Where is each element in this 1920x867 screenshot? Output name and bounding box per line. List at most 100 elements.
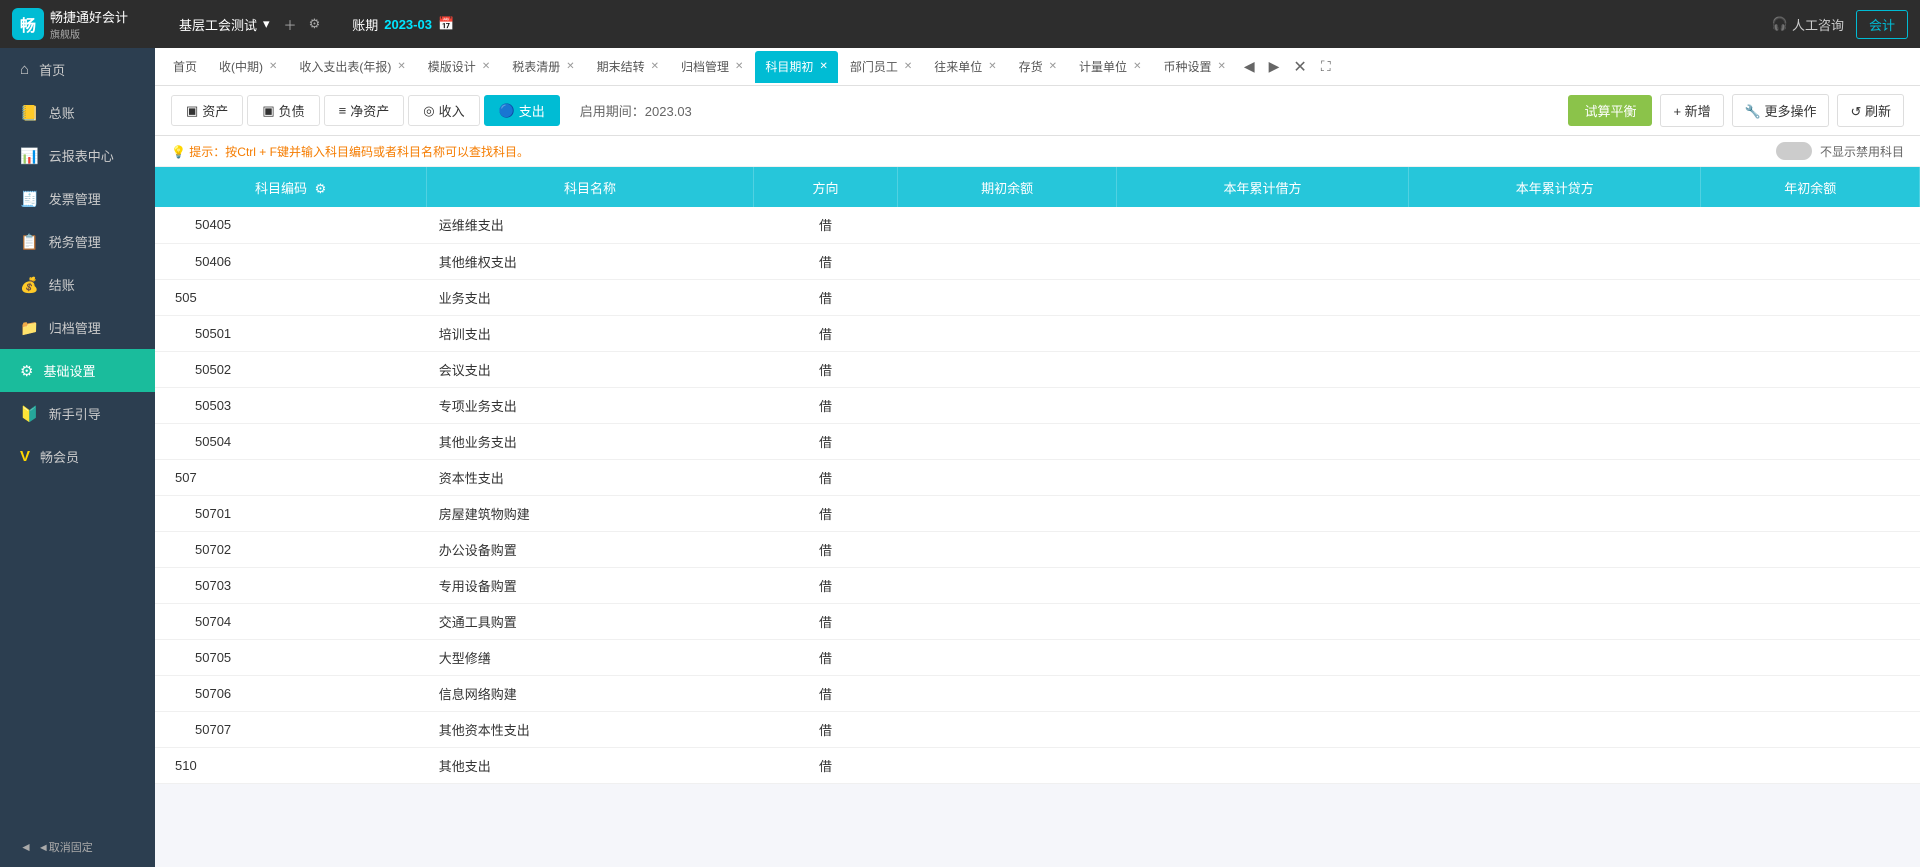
cell-name: 办公设备购置	[427, 531, 753, 567]
tab-close-income[interactable]: ✕	[397, 61, 405, 72]
tab-expand[interactable]: ⛶	[1315, 54, 1337, 79]
settings-icon[interactable]: ⚙	[309, 16, 321, 32]
tab-partner[interactable]: 往来单位 ✕	[924, 51, 1006, 83]
sidebar-item-guide[interactable]: 🔰 新手引导	[0, 392, 155, 435]
company-selector[interactable]: 基层工会测试 ▾ ＋ ⚙	[179, 15, 320, 34]
col-opening: 期初余额	[898, 167, 1117, 207]
sidebar-item-settings[interactable]: ⚙ 基础设置	[0, 349, 155, 392]
tab-nav-right[interactable]: ▶	[1263, 54, 1286, 79]
filter-asset[interactable]: ▣ 资产	[171, 95, 243, 126]
table-row[interactable]: 50702办公设备购置借	[155, 531, 1920, 567]
disable-toggle[interactable]	[1776, 142, 1812, 160]
cell-code: 50704	[155, 603, 427, 639]
cell-ytd-credit	[1409, 567, 1701, 603]
table-row[interactable]: 50703专用设备购置借	[155, 567, 1920, 603]
refresh-button[interactable]: ↺ 刷新	[1837, 94, 1904, 127]
cell-code: 50705	[155, 639, 427, 675]
tab-unit[interactable]: 计量单位 ✕	[1069, 51, 1151, 83]
tab-archive[interactable]: 归档管理 ✕	[671, 51, 753, 83]
sidebar-pin-toggle[interactable]: ◄ ◄取消固定	[0, 827, 155, 867]
reports-icon: 📊	[20, 147, 39, 165]
add-button[interactable]: + 新增	[1660, 94, 1723, 127]
cell-ytd-credit	[1409, 459, 1701, 495]
tab-subject-init[interactable]: 科目期初 ✕	[755, 51, 837, 83]
subject-table-container: 科目编码 ⚙ 科目名称 方向 期初余额 本年累计借方 本年累计贷方 年初余额 5	[155, 167, 1920, 867]
account-button[interactable]: 会计	[1856, 10, 1908, 39]
table-row[interactable]: 50405运维维支出借	[155, 207, 1920, 243]
sidebar-label-checkout: 结账	[49, 275, 75, 294]
tab-close-dept[interactable]: ✕	[904, 61, 912, 72]
sidebar-item-member[interactable]: V 畅会员	[0, 435, 155, 478]
tab-period-end[interactable]: 期末结转 ✕	[587, 51, 669, 83]
cell-year-opening	[1701, 315, 1920, 351]
tab-close-balance-mid[interactable]: ✕	[269, 61, 277, 72]
tab-close-subject-init[interactable]: ✕	[819, 61, 827, 72]
sidebar-item-archive[interactable]: 📁 归档管理	[0, 306, 155, 349]
table-row[interactable]: 50705大型修缮借	[155, 639, 1920, 675]
tab-close-archive[interactable]: ✕	[735, 61, 743, 72]
cell-ytd-credit	[1409, 531, 1701, 567]
cell-name: 其他业务支出	[427, 423, 753, 459]
filter-liability[interactable]: ▣ 负债	[247, 95, 319, 126]
filter-expense[interactable]: 🔵 支出	[484, 95, 560, 126]
tab-close-unit[interactable]: ✕	[1133, 61, 1141, 72]
table-row[interactable]: 50701房屋建筑物购建借	[155, 495, 1920, 531]
tab-nav-left[interactable]: ◀	[1238, 54, 1261, 79]
cell-ytd-debit	[1116, 279, 1408, 315]
tab-close-template[interactable]: ✕	[482, 61, 490, 72]
table-row[interactable]: 50706信息网络购建借	[155, 675, 1920, 711]
tab-template[interactable]: 模版设计 ✕	[418, 51, 500, 83]
tab-close-tax[interactable]: ✕	[566, 61, 574, 72]
sidebar-item-tax[interactable]: 📋 税务管理	[0, 220, 155, 263]
sidebar-item-ledger[interactable]: 📒 总账	[0, 91, 155, 134]
table-row[interactable]: 50502会议支出借	[155, 351, 1920, 387]
calendar-icon[interactable]: 📅	[438, 16, 454, 32]
table-row[interactable]: 50501培训支出借	[155, 315, 1920, 351]
top-header: 畅 畅捷通好会计 旗舰版 基层工会测试 ▾ ＋ ⚙ 账期 2023-03 📅 🎧…	[0, 0, 1920, 48]
table-row[interactable]: 510其他支出借	[155, 747, 1920, 783]
more-button[interactable]: 🔧 更多操作	[1732, 94, 1830, 127]
tab-inventory[interactable]: 存货 ✕	[1009, 51, 1067, 83]
tab-close-currency[interactable]: ✕	[1217, 61, 1225, 72]
sidebar-item-home[interactable]: ⌂ 首页	[0, 48, 155, 91]
table-row[interactable]: 505业务支出借	[155, 279, 1920, 315]
cell-ytd-credit	[1409, 603, 1701, 639]
filter-net-asset[interactable]: ≡ 净资产	[324, 95, 405, 126]
cell-opening	[898, 423, 1117, 459]
sidebar-item-checkout[interactable]: 💰 结账	[0, 263, 155, 306]
table-row[interactable]: 50503专项业务支出借	[155, 387, 1920, 423]
cell-code: 507	[155, 459, 427, 495]
cell-direction: 借	[753, 531, 898, 567]
cell-code: 50406	[155, 243, 427, 279]
tab-tax[interactable]: 税表清册 ✕	[502, 51, 584, 83]
cell-name: 其他维权支出	[427, 243, 753, 279]
tab-close-partner[interactable]: ✕	[988, 61, 996, 72]
cell-direction: 借	[753, 747, 898, 783]
pin-icon: ◄	[20, 840, 32, 854]
sidebar-label-home: 首页	[39, 60, 65, 79]
tab-close-inventory[interactable]: ✕	[1049, 61, 1057, 72]
cell-code: 50701	[155, 495, 427, 531]
tab-balance-mid[interactable]: 收(中期) ✕	[209, 51, 287, 83]
tab-home[interactable]: 首页	[163, 51, 207, 83]
cell-ytd-debit	[1116, 495, 1408, 531]
col-ytd-credit: 本年累计贷方	[1409, 167, 1701, 207]
table-row[interactable]: 50704交通工具购置借	[155, 603, 1920, 639]
help-button[interactable]: 🎧 人工咨询	[1772, 15, 1844, 34]
gear-icon[interactable]: ⚙	[315, 181, 327, 196]
table-row[interactable]: 50406其他维权支出借	[155, 243, 1920, 279]
sidebar-item-invoice[interactable]: 🧾 发票管理	[0, 177, 155, 220]
cell-name: 其他支出	[427, 747, 753, 783]
tab-close-period-end[interactable]: ✕	[651, 61, 659, 72]
add-company-icon[interactable]: ＋	[284, 15, 297, 34]
table-row[interactable]: 507资本性支出借	[155, 459, 1920, 495]
table-row[interactable]: 50504其他业务支出借	[155, 423, 1920, 459]
tab-income[interactable]: 收入支出表(年报) ✕	[289, 51, 415, 83]
balance-button[interactable]: 试算平衡	[1568, 95, 1652, 126]
tab-close-all[interactable]: ✕	[1287, 53, 1312, 81]
table-row[interactable]: 50707其他资本性支出借	[155, 711, 1920, 747]
tab-dept[interactable]: 部门员工 ✕	[840, 51, 922, 83]
filter-income[interactable]: ◎ 收入	[408, 95, 479, 126]
tab-currency[interactable]: 币种设置 ✕	[1153, 51, 1235, 83]
sidebar-item-reports[interactable]: 📊 云报表中心	[0, 134, 155, 177]
